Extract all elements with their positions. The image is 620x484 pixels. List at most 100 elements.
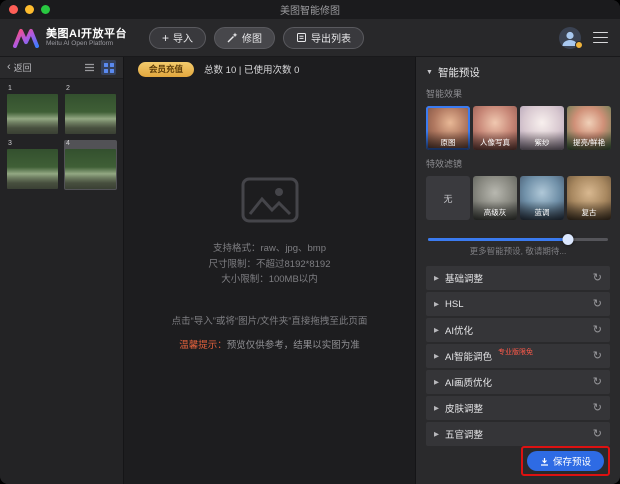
window-title: 美图智能修图 (280, 6, 340, 17)
caret-right-icon: ▶ (434, 327, 439, 334)
export-list-icon (297, 33, 307, 42)
section-ai-image-quality[interactable]: ▶ AI画质优化 ↻ (426, 370, 610, 394)
thumbnail-grid: 1 2 3 4 (0, 79, 123, 196)
dimension-limit-text: 尺寸限制：不超过8192*8192 (208, 258, 331, 270)
effect-option-original[interactable]: 原图 (426, 106, 470, 150)
view-toggles (82, 60, 116, 75)
tip-body: 预览仅供参考，结果以实图为准 (226, 339, 360, 351)
import-button-label: 导入 (173, 34, 194, 45)
reset-icon[interactable]: ↻ (593, 428, 602, 440)
zoom-window-button[interactable] (41, 5, 50, 14)
reset-icon[interactable]: ↻ (593, 376, 602, 388)
export-list-button[interactable]: 导出列表 (283, 26, 365, 49)
section-label: HSL (445, 298, 464, 310)
filter-option-blue-tone[interactable]: 蓝调 (520, 176, 564, 220)
filter-option-premium-gray[interactable]: 高级灰 (473, 176, 517, 220)
photo-list-sidebar: ‹ 返回 1 2 3 4 (0, 57, 124, 484)
effect-option-brighten-vivid[interactable]: 提亮/鲜艳 (567, 106, 611, 150)
minimize-window-button[interactable] (25, 5, 34, 14)
effect-label: 提亮/鲜艳 (567, 131, 611, 150)
filter-strength-slider[interactable] (428, 233, 608, 245)
menu-icon[interactable] (593, 31, 608, 44)
thumbnail-image (7, 94, 58, 134)
tip-label: 温馨提示： (179, 339, 227, 351)
filters-row: 无 高级灰 蓝调 复古 (426, 176, 611, 220)
save-preset-button-label: 保存预设 (552, 457, 591, 468)
user-avatar[interactable] (559, 26, 583, 49)
thumbnail-image (65, 149, 116, 189)
reset-icon[interactable]: ↻ (593, 402, 602, 414)
section-facial-adjustment[interactable]: ▶ 五官调整 ↻ (426, 422, 610, 446)
usage-counter: 总数 10 | 已使用次数 0 (204, 65, 300, 76)
retouch-button[interactable]: 修图 (214, 26, 276, 49)
filter-slider-handle[interactable] (562, 234, 574, 245)
supported-formats-text: 支持格式：raw、jpg、bmp (213, 243, 326, 254)
plus-icon: + (162, 30, 170, 45)
filesize-limit-text: 大小限制：100MB以内 (221, 274, 318, 285)
filter-label: 复古 (567, 201, 611, 220)
list-view-icon[interactable] (82, 60, 97, 75)
section-basic-adjustment[interactable]: ▶ 基础调整 ↻ (426, 266, 610, 290)
drag-hint-text: 点击“导入”或将“图片/文件夹”直接拖拽至此页面 (171, 315, 368, 327)
photo-thumbnail-4[interactable]: 4 (64, 140, 117, 190)
back-button[interactable]: ‹ 返回 (7, 61, 32, 74)
section-ai-color-grading[interactable]: ▶ AI智能调色 专业版限免 ↻ (426, 344, 610, 368)
thumbnail-index: 3 (8, 140, 12, 147)
magic-wand-icon (227, 32, 238, 43)
app-header: 美图AI开放平台 Meitu AI Open Platform + 导入 修图 … (0, 19, 620, 57)
effect-option-portrait[interactable]: 人像写真 (473, 106, 517, 150)
photo-thumbnail-3[interactable]: 3 (6, 140, 59, 190)
tip-text: 温馨提示：预览仅供参考，结果以实图为准 (179, 337, 360, 351)
adjustment-sections: ▶ 基础调整 ↻ ▶ HSL ↻ ▶ AI优化 ↻ ▶ AI智能调色 专业版限免… (426, 266, 610, 446)
filter-label: 无 (443, 193, 453, 204)
filter-label: 蓝调 (520, 201, 564, 220)
section-label: AI画质优化 (445, 378, 492, 389)
import-button[interactable]: + 导入 (149, 26, 207, 49)
section-ai-optimization[interactable]: ▶ AI优化 ↻ (426, 318, 610, 342)
smart-preset-section-header[interactable]: ▼ 智能预设 (426, 65, 610, 80)
reset-icon[interactable]: ↻ (593, 272, 602, 284)
effect-option-purple-gauze[interactable]: 紫纱 (520, 106, 564, 150)
app-window: 美图智能修图 美图AI开放平台 Meitu AI Open Platform +… (0, 0, 620, 484)
thumbnail-image (7, 149, 58, 189)
window-controls (0, 5, 50, 14)
vip-badge-dot (575, 40, 583, 49)
thumbnail-index: 4 (66, 140, 70, 147)
back-button-label: 返回 (13, 63, 32, 73)
filter-slider-fill (428, 238, 569, 241)
effect-label: 人像写真 (473, 131, 517, 150)
thumbnail-index: 2 (66, 85, 70, 92)
caret-right-icon: ▶ (434, 431, 439, 438)
grid-view-icon[interactable] (101, 60, 116, 75)
meitu-logo: 美图AI开放平台 Meitu AI Open Platform (12, 28, 127, 48)
reset-icon[interactable]: ↻ (593, 350, 602, 362)
logo-text: 美图AI开放平台 Meitu AI Open Platform (46, 28, 127, 47)
caret-down-icon: ▼ (426, 69, 433, 76)
reset-icon[interactable]: ↻ (593, 298, 602, 310)
drop-zone[interactable]: 支持格式：raw、jpg、bmp 尺寸限制：不超过8192*8192 大小限制：… (124, 81, 415, 484)
section-skin-adjustment[interactable]: ▶ 皮肤调整 ↻ (426, 396, 610, 420)
filter-label: 高级灰 (473, 201, 517, 220)
effects-row: 原图 人像写真 紫纱 提亮/鲜艳 (426, 106, 611, 150)
photo-thumbnail-2[interactable]: 2 (64, 85, 117, 135)
content-area: ‹ 返回 1 2 3 4 会员充值 总数 10 | 已使用次数 0 支持格式：r… (0, 57, 620, 484)
export-list-button-label: 导出列表 (311, 34, 352, 45)
section-label: AI优化 (445, 326, 473, 337)
member-recharge-button[interactable]: 会员充值 (138, 61, 195, 77)
image-placeholder-icon (241, 177, 298, 223)
filter-option-none[interactable]: 无 (426, 176, 470, 220)
photo-thumbnail-1[interactable]: 1 (6, 85, 59, 135)
workspace: 会员充值 总数 10 | 已使用次数 0 支持格式：raw、jpg、bmp 尺寸… (124, 57, 415, 484)
filters-group-label: 特效滤镜 (426, 159, 463, 169)
workspace-toolbar: 会员充值 总数 10 | 已使用次数 0 (124, 57, 415, 81)
section-label: 皮肤调整 (445, 404, 484, 415)
caret-right-icon: ▶ (434, 353, 439, 360)
caret-right-icon: ▶ (434, 275, 439, 282)
close-window-button[interactable] (9, 5, 18, 14)
save-preset-button[interactable]: 保存预设 (526, 451, 604, 471)
caret-right-icon: ▶ (434, 405, 439, 412)
reset-icon[interactable]: ↻ (593, 324, 602, 336)
filter-option-vintage[interactable]: 复古 (567, 176, 611, 220)
smart-preset-title: 智能预设 (437, 67, 480, 79)
section-hsl[interactable]: ▶ HSL ↻ (426, 292, 610, 316)
